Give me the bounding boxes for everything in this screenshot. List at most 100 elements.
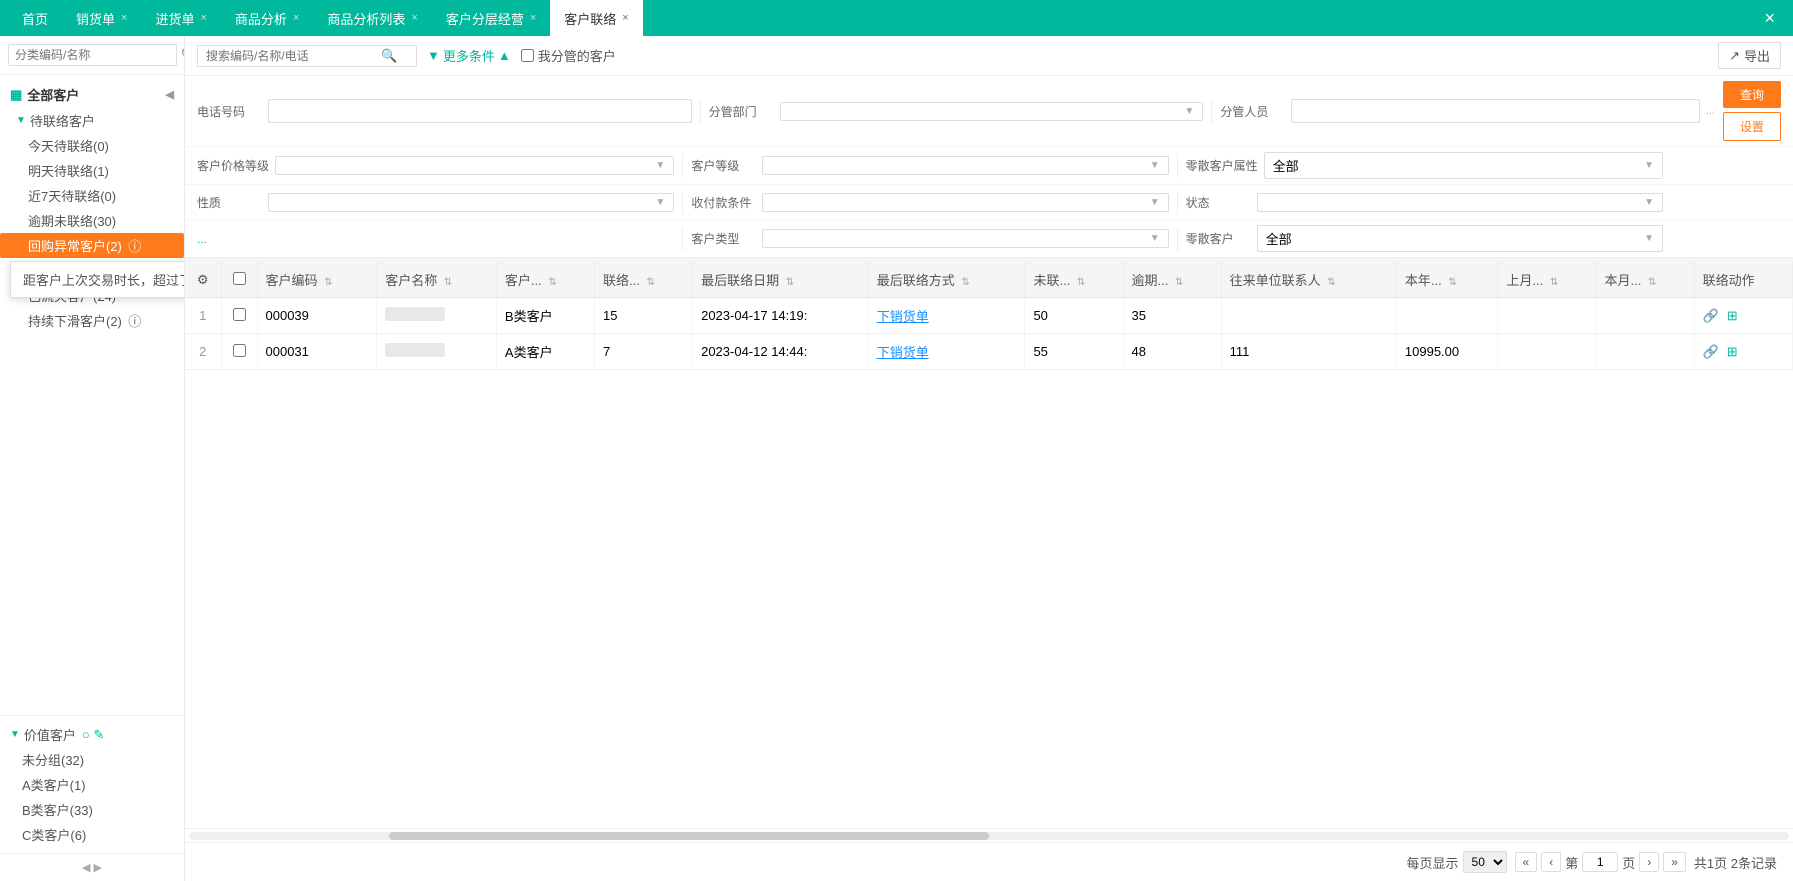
row-2-name-blurred xyxy=(385,343,445,357)
last-method-col-header: 最后联络方式 ⇅ xyxy=(868,262,1025,298)
c-class-item[interactable]: C类客户(6) xyxy=(0,822,184,847)
row-2-this-year: 10995.00 xyxy=(1396,334,1497,370)
retail-customer-select[interactable]: 全部 ▼ xyxy=(1257,225,1663,252)
row-1-name xyxy=(377,298,497,334)
unit-contact-sort-icon[interactable]: ⇅ xyxy=(1327,277,1335,288)
value-customers-group[interactable]: ▼ 价值客户 ○ ✎ xyxy=(0,722,184,747)
nav-sales-order[interactable]: 销货单 × xyxy=(62,0,141,36)
sidebar: 🔍 ▦ 全部客户 ◀ ▼ 待联络客户 今天待联络(0) 明天待联络(1) 近7天… xyxy=(0,36,185,881)
gender-select[interactable]: ▼ xyxy=(268,193,674,212)
table-row: 1 000039 B类客户 xyxy=(185,298,1793,334)
declining-customers-item[interactable]: 持续下滑客户(2) ⓘ xyxy=(0,308,184,333)
close-purchase-order-icon[interactable]: × xyxy=(200,12,206,24)
cust-type-sort-icon[interactable]: ⇅ xyxy=(548,277,556,288)
search-icon[interactable]: 🔍 xyxy=(381,48,397,64)
close-customer-tier-icon[interactable]: × xyxy=(530,12,536,24)
pending-contact-group[interactable]: ▼ 待联络客户 xyxy=(0,108,184,133)
all-customers-section[interactable]: ▦ 全部客户 ◀ xyxy=(0,81,184,108)
code-sort-icon[interactable]: ⇅ xyxy=(324,277,332,288)
row-2-link-icon[interactable]: 🔗 xyxy=(1703,344,1719,360)
my-customers-checkbox[interactable] xyxy=(521,49,534,62)
nav-home[interactable]: 首页 xyxy=(8,0,62,36)
horizontal-scrollbar[interactable] xyxy=(185,828,1793,842)
settings-col-header[interactable]: ⚙ xyxy=(185,262,221,298)
close-customer-contact-icon[interactable]: × xyxy=(622,12,628,24)
price-grade-select[interactable]: ▼ xyxy=(275,156,674,175)
last-month-sort-icon[interactable]: ⇅ xyxy=(1550,277,1558,288)
nav-customer-tier[interactable]: 客户分层经营 × xyxy=(432,0,550,36)
window-close-button[interactable]: × xyxy=(1754,8,1785,29)
a-class-item[interactable]: A类客户(1) xyxy=(0,772,184,797)
phone-input[interactable] xyxy=(268,99,692,123)
row-1-this-month xyxy=(1596,298,1694,334)
row-1-link-icon[interactable]: 🔗 xyxy=(1703,308,1719,324)
next-page-button[interactable]: › xyxy=(1639,852,1659,872)
last-page-button[interactable]: » xyxy=(1663,852,1686,872)
sidebar-footer-arrows[interactable]: ◀ ▶ xyxy=(82,861,102,874)
contact-count-col-header: 联络... ⇅ xyxy=(595,262,693,298)
more-conditions-expand-btn[interactable]: ... xyxy=(197,232,207,246)
row-2-grid-icon[interactable]: ⊞ xyxy=(1727,344,1738,360)
this-year-sort-icon[interactable]: ⇅ xyxy=(1448,277,1456,288)
value-edit-icon[interactable]: ○ ✎ xyxy=(82,727,104,743)
last-method-sort-icon[interactable]: ⇅ xyxy=(961,277,969,288)
row-1-type: B类客户 xyxy=(496,298,594,334)
row-2-un-contact: 55 xyxy=(1025,334,1123,370)
overdue-sort-icon[interactable]: ⇅ xyxy=(1175,277,1183,288)
row-2-code: 000031 xyxy=(257,334,377,370)
page-size-select[interactable]: 50 xyxy=(1463,851,1507,873)
status-select[interactable]: ▼ xyxy=(1257,193,1663,212)
dept-select[interactable]: ▼ xyxy=(780,102,1204,121)
overdue-pending-item[interactable]: 逾期未联络(30) xyxy=(0,208,184,233)
nav-product-analysis[interactable]: 商品分析 × xyxy=(221,0,313,36)
scrollbar-thumb[interactable] xyxy=(389,832,989,840)
today-pending-item[interactable]: 今天待联络(0) xyxy=(0,133,184,158)
price-grade-chevron-icon: ▼ xyxy=(655,160,665,171)
name-sort-icon[interactable]: ⇅ xyxy=(444,277,452,288)
filter-bar: 🔍 ▼ 更多条件 ▲ 我分管的客户 ↗ 导出 xyxy=(185,36,1793,76)
customer-grade-select[interactable]: ▼ xyxy=(762,156,1168,175)
contact-count-sort-icon[interactable]: ⇅ xyxy=(646,277,654,288)
page-number-input[interactable] xyxy=(1582,852,1618,872)
first-page-button[interactable]: « xyxy=(1515,852,1538,872)
row-1-grid-icon[interactable]: ⊞ xyxy=(1727,308,1738,324)
last-date-sort-icon[interactable]: ⇅ xyxy=(786,277,794,288)
query-button[interactable]: 查询 xyxy=(1723,81,1781,108)
search-input[interactable] xyxy=(206,49,381,63)
repeat-buy-tooltip: 距客户上次交易时长，超过了此客户的平均交易周期的1.5倍，则视为异常。 ... xyxy=(10,261,184,298)
nav-purchase-order[interactable]: 进货单 × xyxy=(141,0,220,36)
payment-select[interactable]: ▼ xyxy=(762,193,1168,212)
export-button[interactable]: ↗ 导出 xyxy=(1718,42,1781,69)
more-conditions-btn[interactable]: ▼ 更多条件 ▲ xyxy=(427,46,511,65)
tomorrow-pending-item[interactable]: 明天待联络(1) xyxy=(0,158,184,183)
settings-button[interactable]: 设置 xyxy=(1723,112,1781,141)
close-sales-order-icon[interactable]: × xyxy=(121,12,127,24)
collapse-btn[interactable]: ◀ xyxy=(166,88,174,101)
manager-input[interactable] xyxy=(1291,99,1699,123)
un-contact-sort-icon[interactable]: ⇅ xyxy=(1077,277,1085,288)
close-product-analysis-icon[interactable]: × xyxy=(293,12,299,24)
b-class-item[interactable]: B类客户(33) xyxy=(0,797,184,822)
select-all-checkbox[interactable] xyxy=(233,272,246,285)
filter-icon: ▼ xyxy=(427,48,440,63)
prev-page-button[interactable]: ‹ xyxy=(1541,852,1561,872)
ungroup-item[interactable]: 未分组(32) xyxy=(0,747,184,772)
row-1-last-date: 2023-04-17 14:19: xyxy=(693,298,869,334)
repeat-buy-abnormal-item[interactable]: 回购异常客户(2) ⓘ xyxy=(0,233,184,258)
nav-customer-contact[interactable]: 客户联络 × xyxy=(550,0,642,36)
row-1-select-checkbox[interactable] xyxy=(233,308,246,321)
retail-attr-select[interactable]: 全部 ▼ xyxy=(1264,152,1663,179)
sidebar-search-input[interactable] xyxy=(8,44,177,66)
customer-type-chevron-icon: ▼ xyxy=(1150,233,1160,244)
this-month-sort-icon[interactable]: ⇅ xyxy=(1648,277,1656,288)
week-pending-item[interactable]: 近7天待联络(0) xyxy=(0,183,184,208)
close-product-analysis-list-icon[interactable]: × xyxy=(411,12,417,24)
table-settings-icon[interactable]: ⚙ xyxy=(197,272,209,287)
row-2-overdue: 48 xyxy=(1123,334,1221,370)
customer-type-select[interactable]: ▼ xyxy=(762,229,1168,248)
nav-product-analysis-list[interactable]: 商品分析列表 × xyxy=(313,0,431,36)
customer-grade-field: 客户等级 ▼ xyxy=(691,156,1168,175)
row-2-select-checkbox[interactable] xyxy=(233,344,246,357)
action-col-header: 联络动作 xyxy=(1694,262,1792,298)
manager-more-icon[interactable]: ... xyxy=(1706,105,1715,117)
